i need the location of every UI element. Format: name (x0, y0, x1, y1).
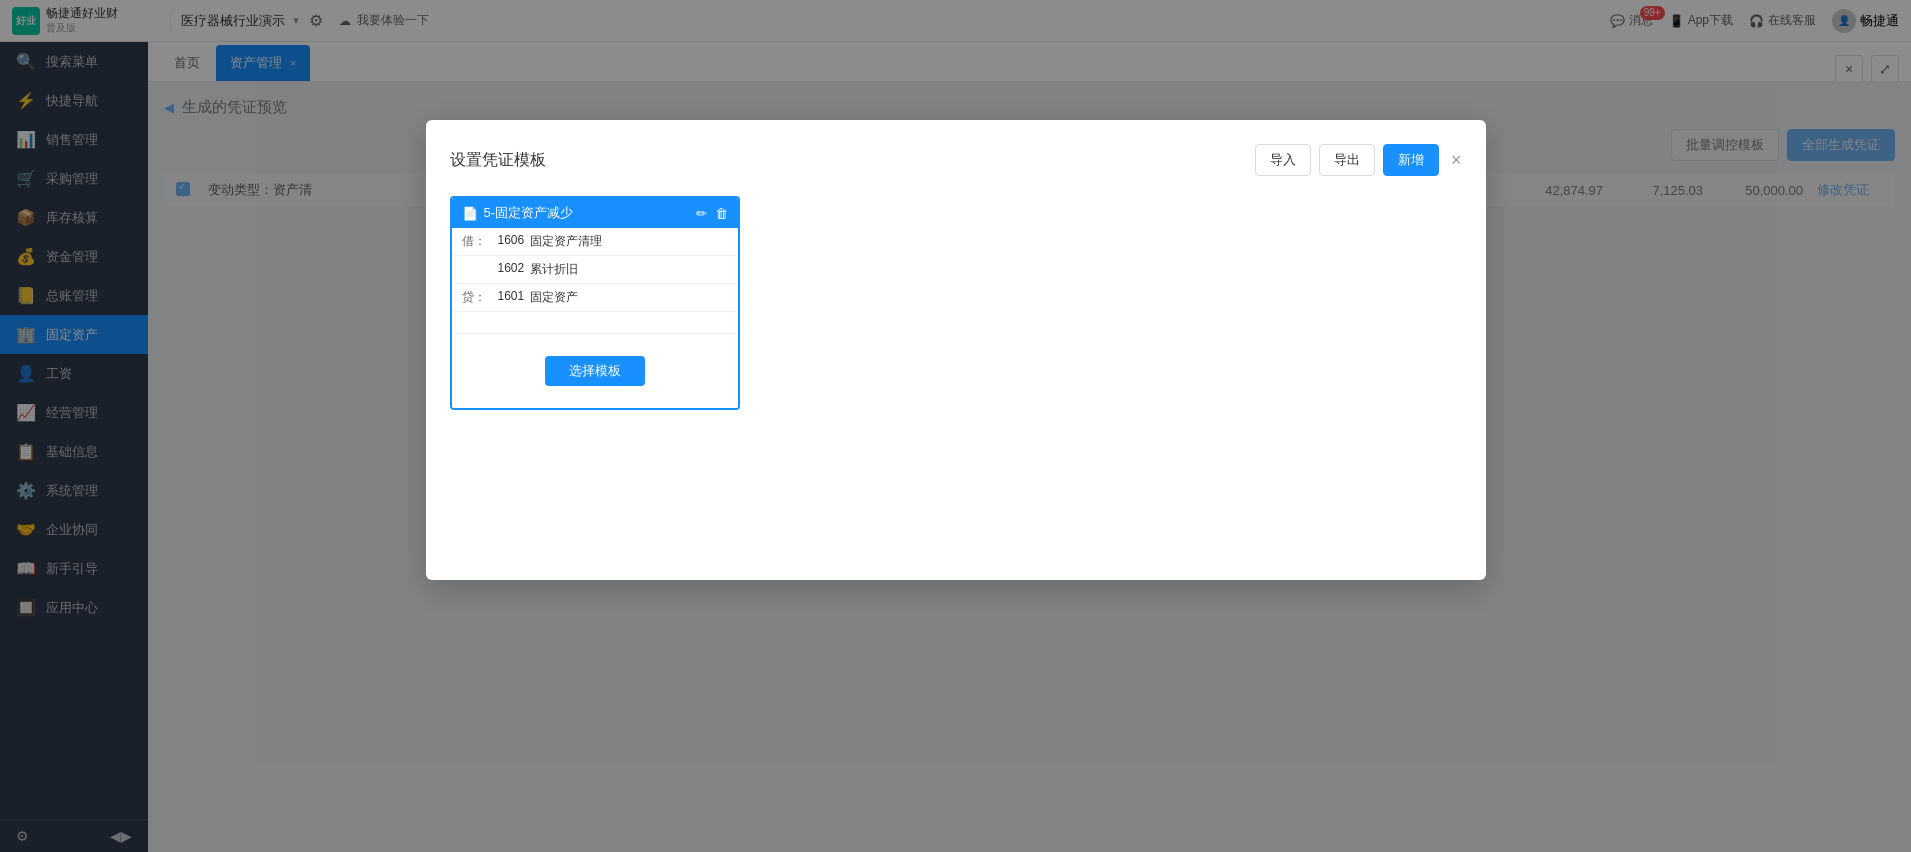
row-code-1: 1602 (498, 261, 525, 278)
row-code-2: 1601 (498, 289, 525, 306)
template-card: 📄 5-固定资产减少 ✏ 🗑 (450, 196, 740, 410)
template-card-actions: ✏ 🗑 (696, 206, 728, 221)
content-area: 首页 资产管理 × ◀ 生成的凭证预览 批量调控模板 全部生成凭证 (148, 42, 1911, 852)
template-card-title-area: 📄 5-固定资产减少 (462, 204, 574, 222)
modal-title: 设置凭证模板 (450, 150, 546, 171)
template-row-0: 借： 1606 固定资产清理 (452, 228, 738, 256)
template-edit-icon[interactable]: ✏ (696, 206, 707, 221)
template-doc-icon: 📄 (462, 206, 478, 221)
template-id: 5 (484, 205, 491, 220)
row-name-2: 固定资产 (530, 289, 578, 306)
template-row-1: 1602 累计折旧 (452, 256, 738, 284)
export-button[interactable]: 导出 (1319, 144, 1375, 176)
template-row-2: 贷： 1601 固定资产 (452, 284, 738, 312)
row-side-1 (462, 261, 492, 278)
import-button[interactable]: 导入 (1255, 144, 1311, 176)
template-id-name: 5-固定资产减少 (484, 204, 574, 222)
row-code-0: 1606 (498, 233, 525, 250)
modal-close-button[interactable]: × (1451, 150, 1462, 171)
template-card-header: 📄 5-固定资产减少 ✏ 🗑 (452, 198, 738, 228)
row-name-1: 累计折旧 (530, 261, 578, 278)
new-button[interactable]: 新增 (1383, 144, 1439, 176)
modal-action-buttons: 导入 导出 新增 (1255, 144, 1439, 176)
set-voucher-template-modal: 设置凭证模板 导入 导出 新增 × (426, 120, 1486, 580)
row-side-2: 贷： (462, 289, 492, 306)
template-empty-row (452, 312, 738, 334)
template-card-body: 借： 1606 固定资产清理 1602 累计折旧 (452, 228, 738, 408)
template-delete-icon[interactable]: 🗑 (715, 206, 728, 221)
template-select-area: 选择模板 (452, 334, 738, 408)
template-name: 固定资产减少 (495, 205, 573, 220)
select-template-button[interactable]: 选择模板 (545, 356, 645, 386)
modal-overlay: 设置凭证模板 导入 导出 新增 × (148, 42, 1911, 852)
modal-body: 📄 5-固定资产减少 ✏ 🗑 (450, 196, 1462, 556)
row-name-0: 固定资产清理 (530, 233, 602, 250)
modal-header: 设置凭证模板 导入 导出 新增 × (450, 144, 1462, 176)
row-side-0: 借： (462, 233, 492, 250)
